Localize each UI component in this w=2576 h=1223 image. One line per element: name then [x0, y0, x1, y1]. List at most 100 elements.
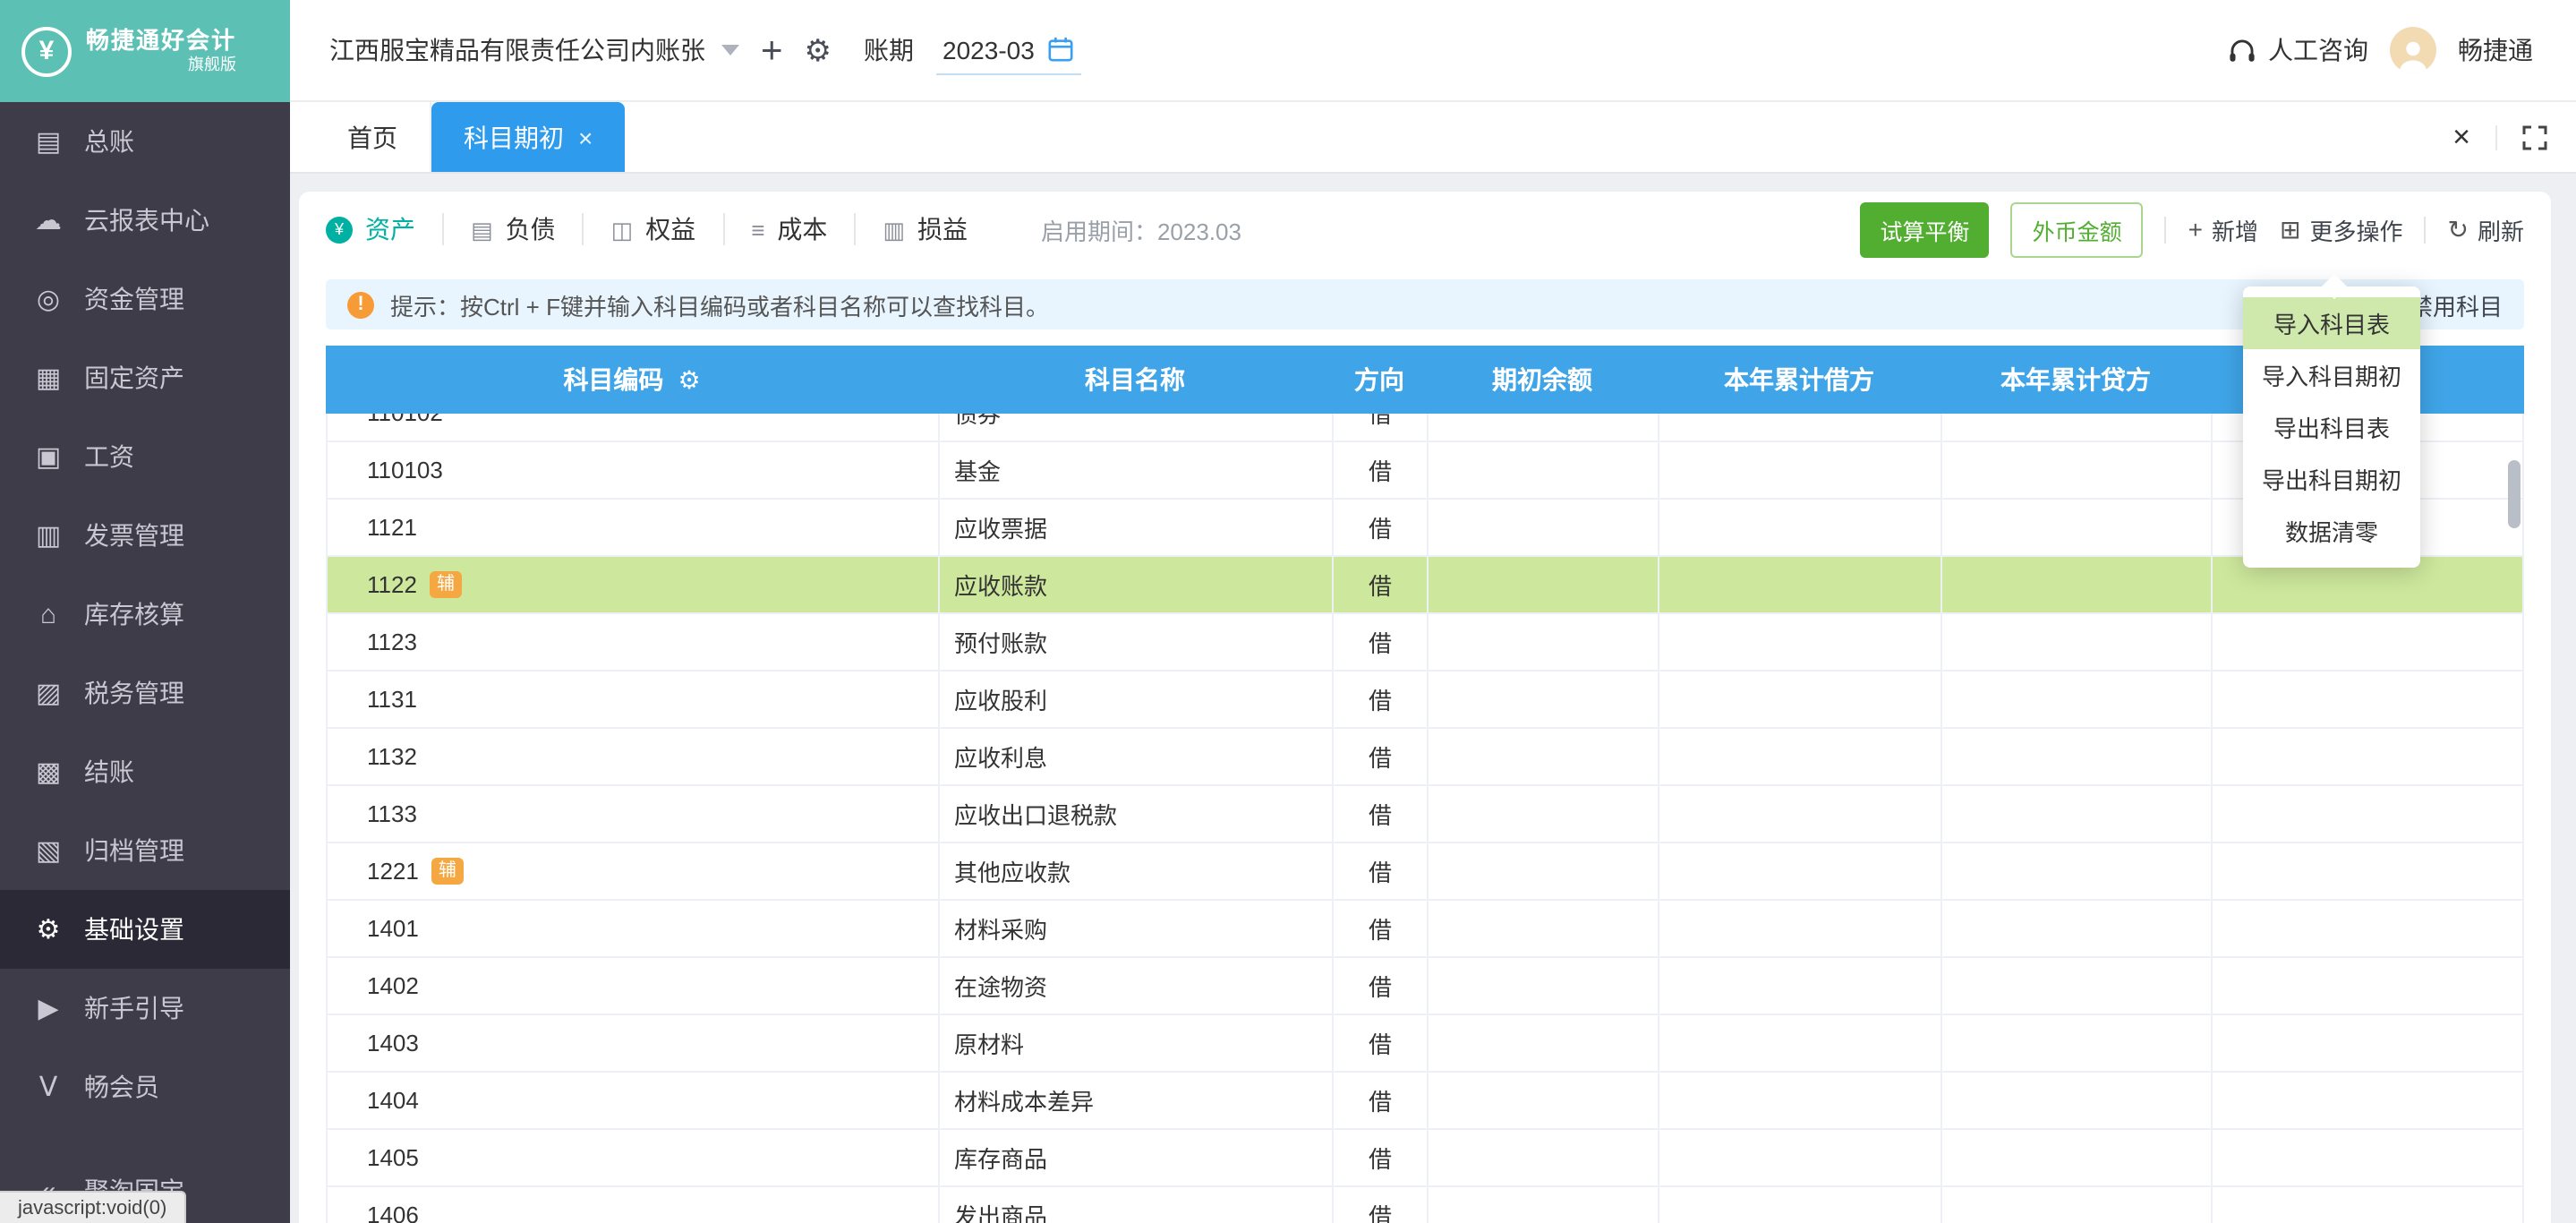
more-actions-menu-item[interactable]: 导入科目表	[2243, 297, 2420, 349]
column-settings-gear-icon[interactable]: ⚙	[678, 364, 700, 395]
sidebar-item[interactable]: ▶ 新手引导	[0, 969, 290, 1048]
app-logo[interactable]: ¥ 畅捷通好会计 旗舰版	[0, 0, 290, 102]
col-account-code: 科目编码 ⚙	[563, 364, 701, 395]
sidebar-item[interactable]: ▧ 归档管理	[0, 811, 290, 890]
account-name-cell: 发出商品	[940, 1187, 1334, 1223]
extra-cell	[2213, 843, 2522, 899]
chevron-down-icon	[721, 45, 739, 56]
ytd-credit-cell	[1942, 958, 2213, 1013]
user-name[interactable]: 畅捷通	[2458, 32, 2533, 68]
sidebar-item-label: 畅会员	[84, 1073, 159, 1101]
close-all-tabs-icon[interactable]: ×	[2452, 119, 2470, 155]
sidebar-item[interactable]: ▨ 税务管理	[0, 654, 290, 732]
sidebar-item[interactable]: ▦ 固定资产	[0, 338, 290, 417]
sidebar-item[interactable]: ☁ 云报表中心	[0, 181, 290, 260]
opening-balance-cell	[1429, 557, 1659, 612]
page-tab[interactable]: 科目期初 ×	[431, 102, 626, 172]
category-tab-label: 成本	[777, 215, 828, 244]
sidebar-item[interactable]: ▤ 总账	[0, 102, 290, 181]
category-tab-label: 损益	[917, 215, 968, 244]
sidebar-item-icon: ▦	[35, 363, 62, 394]
more-actions-button[interactable]: ⊞ 更多操作	[2280, 212, 2403, 246]
add-button[interactable]: + 新增	[2188, 212, 2258, 246]
account-table-row[interactable]: 1132 应收利息 借	[328, 729, 2522, 786]
opening-balance-cell	[1429, 958, 1659, 1013]
account-table-row[interactable]: 1122 辅 应收账款 借	[328, 557, 2522, 614]
sidebar-item[interactable]: ⚙ 基础设置	[0, 890, 290, 969]
page-tab[interactable]: 首页	[315, 102, 431, 172]
sidebar-item[interactable]: ⌂ 库存核算	[0, 575, 290, 654]
col-ytd-debit: 本年累计借方	[1724, 365, 1874, 394]
account-table-row[interactable]: 1131 应收股利 借	[328, 671, 2522, 729]
opening-balance-cell	[1429, 614, 1659, 670]
ytd-debit-cell	[1659, 671, 1942, 727]
account-code: 1123	[367, 629, 417, 655]
sidebar-item-label: 基础设置	[84, 915, 184, 944]
direction-cell: 借	[1334, 614, 1429, 670]
category-tab[interactable]: ▥ 损益	[854, 213, 994, 245]
extra-cell	[2213, 901, 2522, 956]
account-name-cell: 债券	[940, 414, 1334, 440]
account-name-cell: 应收票据	[940, 500, 1334, 555]
account-table-row[interactable]: 1221 辅 其他应收款 借	[328, 843, 2522, 901]
account-set-settings-gear-icon[interactable]: ⚙	[805, 35, 832, 65]
category-tab[interactable]: ≡ 成本	[722, 213, 854, 245]
account-name-cell: 应收账款	[940, 557, 1334, 612]
disable-subject-button[interactable]: 禁用科目	[2410, 287, 2503, 321]
account-table-row[interactable]: 110102 债券 借	[328, 414, 2522, 442]
sidebar-item-label: 新手引导	[84, 994, 184, 1022]
add-account-set-button[interactable]: +	[761, 31, 783, 69]
fullscreen-icon[interactable]	[2495, 124, 2547, 150]
sidebar-item[interactable]: ▥ 发票管理	[0, 496, 290, 575]
more-actions-menu-item[interactable]: 数据清零	[2243, 505, 2420, 557]
category-tab[interactable]: ¥ 资产	[326, 213, 442, 245]
human-support-button[interactable]: 人工咨询	[2227, 32, 2368, 68]
account-table-row[interactable]: 1403 原材料 借	[328, 1015, 2522, 1073]
account-code: 1405	[367, 1144, 419, 1171]
sidebar-item-label: 税务管理	[84, 679, 184, 707]
period-picker[interactable]: 2023-03	[935, 26, 1081, 74]
category-tab-icon: ◫	[610, 216, 634, 243]
account-code-cell: 1122 辅	[328, 557, 940, 612]
account-table-row[interactable]: 1121 应收票据 借	[328, 500, 2522, 557]
sidebar-item-icon: ◎	[36, 285, 61, 315]
account-table-row[interactable]: 1133 应收出口退税款 借	[328, 786, 2522, 843]
more-actions-menu-item[interactable]: 导出科目期初	[2243, 453, 2420, 505]
more-actions-menu-item[interactable]: 导出科目表	[2243, 401, 2420, 453]
calendar-icon	[1048, 37, 1073, 62]
sidebar-item[interactable]: ◎ 资金管理	[0, 260, 290, 338]
account-table-row[interactable]: 1401 材料采购 借	[328, 901, 2522, 958]
refresh-button[interactable]: ↻ 刷新	[2448, 212, 2525, 246]
account-table-row[interactable]: 1404 材料成本差异 借	[328, 1073, 2522, 1130]
extra-cell	[2213, 958, 2522, 1013]
category-tab-label: 权益	[645, 215, 696, 244]
account-table-row[interactable]: 1123 预付账款 借	[328, 614, 2522, 671]
foreign-currency-button[interactable]: 外币金额	[2010, 201, 2144, 257]
category-tab[interactable]: ◫ 权益	[582, 213, 723, 245]
user-avatar[interactable]	[2390, 27, 2436, 73]
extra-cell	[2213, 1015, 2522, 1071]
account-code-cell: 1123	[328, 614, 940, 670]
account-table-row[interactable]: 110103 基金 借	[328, 442, 2522, 500]
account-code-cell: 110102	[328, 414, 940, 440]
category-tab[interactable]: ▤ 负债	[442, 213, 583, 245]
company-selector[interactable]: 江西服宝精品有限责任公司内账张	[329, 32, 739, 68]
vertical-scrollbar[interactable]	[2508, 460, 2521, 528]
sidebar-item[interactable]: Ⅴ 畅会员	[0, 1048, 290, 1126]
support-label: 人工咨询	[2268, 36, 2368, 64]
account-name-cell: 应收股利	[940, 671, 1334, 727]
account-name-cell: 应收出口退税款	[940, 786, 1334, 842]
tab-close-icon[interactable]: ×	[578, 123, 593, 151]
sidebar-item[interactable]: ▩ 结账	[0, 732, 290, 811]
more-actions-menu-item[interactable]: 导入科目期初	[2243, 349, 2420, 401]
category-tab-icon: ▥	[883, 216, 905, 243]
sidebar-item-label: 库存核算	[84, 600, 184, 629]
tab-bar: 首页 科目期初 × ×	[290, 102, 2576, 174]
account-code-cell: 1404	[328, 1073, 940, 1128]
sidebar-item[interactable]: ▣ 工资	[0, 417, 290, 496]
account-table-row[interactable]: 1405 库存商品 借	[328, 1130, 2522, 1187]
account-table-row[interactable]: 1402 在途物资 借	[328, 958, 2522, 1015]
account-table-row[interactable]: 1406 发出商品 借	[328, 1187, 2522, 1223]
trial-balance-button[interactable]: 试算平衡	[1860, 201, 1990, 257]
extra-cell	[2213, 729, 2522, 784]
